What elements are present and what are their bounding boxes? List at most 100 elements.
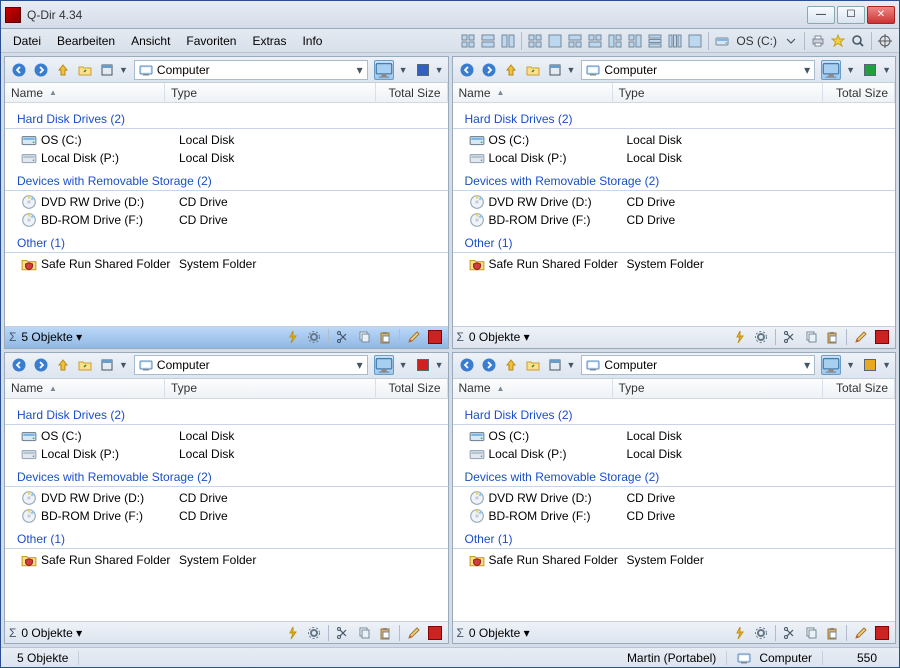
menu-extras[interactable]: Extras (244, 31, 294, 51)
menu-favoriten[interactable]: Favoriten (178, 31, 244, 51)
gear-icon[interactable] (305, 328, 323, 346)
address-dropdown-icon[interactable]: ▾ (804, 63, 810, 77)
view-dropdown-icon[interactable]: ▼ (119, 65, 128, 75)
layout-4-icon[interactable] (527, 33, 543, 49)
pane-color-icon[interactable] (860, 355, 880, 375)
layout-7-icon[interactable] (587, 33, 603, 49)
layout-6-icon[interactable] (567, 33, 583, 49)
list-item[interactable]: BD-ROM Drive (F:)CD Drive (453, 507, 896, 525)
layout-11-icon[interactable] (667, 33, 683, 49)
group-header[interactable]: Devices with Removable Storage (2) (453, 466, 896, 487)
paste-icon[interactable] (376, 328, 394, 346)
list-item[interactable]: OS (C:)Local Disk (453, 427, 896, 445)
column-name[interactable]: Name▲ (5, 83, 165, 102)
cut-icon[interactable] (334, 624, 352, 642)
column-name[interactable]: Name▲ (453, 379, 613, 398)
pane-color-icon[interactable] (860, 60, 880, 80)
menu-bearbeiten[interactable]: Bearbeiten (49, 31, 123, 51)
group-header[interactable]: Devices with Removable Storage (2) (453, 170, 896, 191)
layout-1-icon[interactable] (460, 33, 476, 49)
column-name[interactable]: Name▲ (5, 379, 165, 398)
drive-icon[interactable] (714, 33, 730, 49)
magnify-icon[interactable] (850, 33, 866, 49)
cut-icon[interactable] (781, 328, 799, 346)
layout-5-icon[interactable] (547, 33, 563, 49)
list-item[interactable]: Safe Run Shared FolderSystem Folder (453, 551, 896, 569)
column-name[interactable]: Name▲ (453, 83, 613, 102)
group-header[interactable]: Hard Disk Drives (2) (453, 404, 896, 425)
layout-9-icon[interactable] (627, 33, 643, 49)
edit-icon[interactable] (405, 624, 423, 642)
view-mode-icon[interactable] (545, 355, 565, 375)
group-header[interactable]: Hard Disk Drives (2) (453, 108, 896, 129)
address-dropdown-icon[interactable]: ▾ (357, 358, 363, 372)
layout-12-icon[interactable] (687, 33, 703, 49)
star-icon[interactable] (830, 33, 846, 49)
cut-icon[interactable] (781, 624, 799, 642)
address-dropdown-icon[interactable]: ▾ (804, 358, 810, 372)
folder-open-icon[interactable] (523, 60, 543, 80)
address-bar[interactable]: Computer▾ (581, 60, 815, 80)
menu-info[interactable]: Info (294, 31, 330, 51)
pane-color-icon[interactable] (413, 60, 433, 80)
column-type[interactable]: Type (613, 379, 824, 398)
maximize-button[interactable]: ☐ (837, 6, 865, 24)
edit-icon[interactable] (852, 328, 870, 346)
copy-icon[interactable] (802, 328, 820, 346)
monitor-dropdown-icon[interactable] (374, 355, 394, 375)
list-item[interactable]: OS (C:)Local Disk (5, 427, 448, 445)
nav-forward-icon[interactable] (479, 355, 499, 375)
column-size[interactable]: Total Size (376, 83, 448, 102)
menu-ansicht[interactable]: Ansicht (123, 31, 178, 51)
list-item[interactable]: BD-ROM Drive (F:)CD Drive (453, 211, 896, 229)
nav-forward-icon[interactable] (31, 60, 51, 80)
view-dropdown-icon[interactable]: ▼ (567, 65, 576, 75)
nav-up-icon[interactable] (501, 355, 521, 375)
group-header[interactable]: Hard Disk Drives (2) (5, 108, 448, 129)
record-icon[interactable] (873, 328, 891, 346)
bolt-icon[interactable] (731, 624, 749, 642)
menu-datei[interactable]: Datei (5, 31, 49, 51)
bolt-icon[interactable] (731, 328, 749, 346)
folder-open-icon[interactable] (523, 355, 543, 375)
bolt-icon[interactable] (284, 328, 302, 346)
color-dd-arrow-icon[interactable]: ▼ (882, 360, 891, 370)
monitor-dd-arrow-icon[interactable]: ▼ (399, 65, 408, 75)
record-icon[interactable] (426, 328, 444, 346)
list-item[interactable]: Local Disk (P:)Local Disk (453, 149, 896, 167)
group-header[interactable]: Devices with Removable Storage (2) (5, 466, 448, 487)
list-item[interactable]: BD-ROM Drive (F:)CD Drive (5, 507, 448, 525)
nav-back-icon[interactable] (457, 60, 477, 80)
copy-icon[interactable] (355, 624, 373, 642)
edit-icon[interactable] (405, 328, 423, 346)
copy-icon[interactable] (802, 624, 820, 642)
monitor-dd-arrow-icon[interactable]: ▼ (399, 360, 408, 370)
monitor-dd-arrow-icon[interactable]: ▼ (846, 65, 855, 75)
list-item[interactable]: Safe Run Shared FolderSystem Folder (453, 255, 896, 273)
list-item[interactable]: DVD RW Drive (D:)CD Drive (5, 193, 448, 211)
column-size[interactable]: Total Size (823, 83, 895, 102)
list-item[interactable]: DVD RW Drive (D:)CD Drive (453, 193, 896, 211)
group-header[interactable]: Devices with Removable Storage (2) (5, 170, 448, 191)
monitor-dd-arrow-icon[interactable]: ▼ (846, 360, 855, 370)
color-dd-arrow-icon[interactable]: ▼ (882, 65, 891, 75)
address-dropdown-icon[interactable]: ▾ (357, 63, 363, 77)
layout-2-icon[interactable] (480, 33, 496, 49)
paste-icon[interactable] (823, 328, 841, 346)
list-item[interactable]: Local Disk (P:)Local Disk (5, 149, 448, 167)
gear-icon[interactable] (305, 624, 323, 642)
folder-open-icon[interactable] (75, 60, 95, 80)
layout-8-icon[interactable] (607, 33, 623, 49)
gear-icon[interactable] (752, 328, 770, 346)
list-item[interactable]: DVD RW Drive (D:)CD Drive (5, 489, 448, 507)
monitor-dropdown-icon[interactable] (821, 355, 841, 375)
view-dropdown-icon[interactable]: ▼ (119, 360, 128, 370)
address-bar[interactable]: Computer▾ (134, 355, 368, 375)
nav-back-icon[interactable] (457, 355, 477, 375)
group-header[interactable]: Other (1) (5, 232, 448, 253)
nav-forward-icon[interactable] (479, 60, 499, 80)
close-button[interactable]: ✕ (867, 6, 895, 24)
crosshair-icon[interactable] (877, 33, 893, 49)
nav-back-icon[interactable] (9, 60, 29, 80)
bolt-icon[interactable] (284, 624, 302, 642)
